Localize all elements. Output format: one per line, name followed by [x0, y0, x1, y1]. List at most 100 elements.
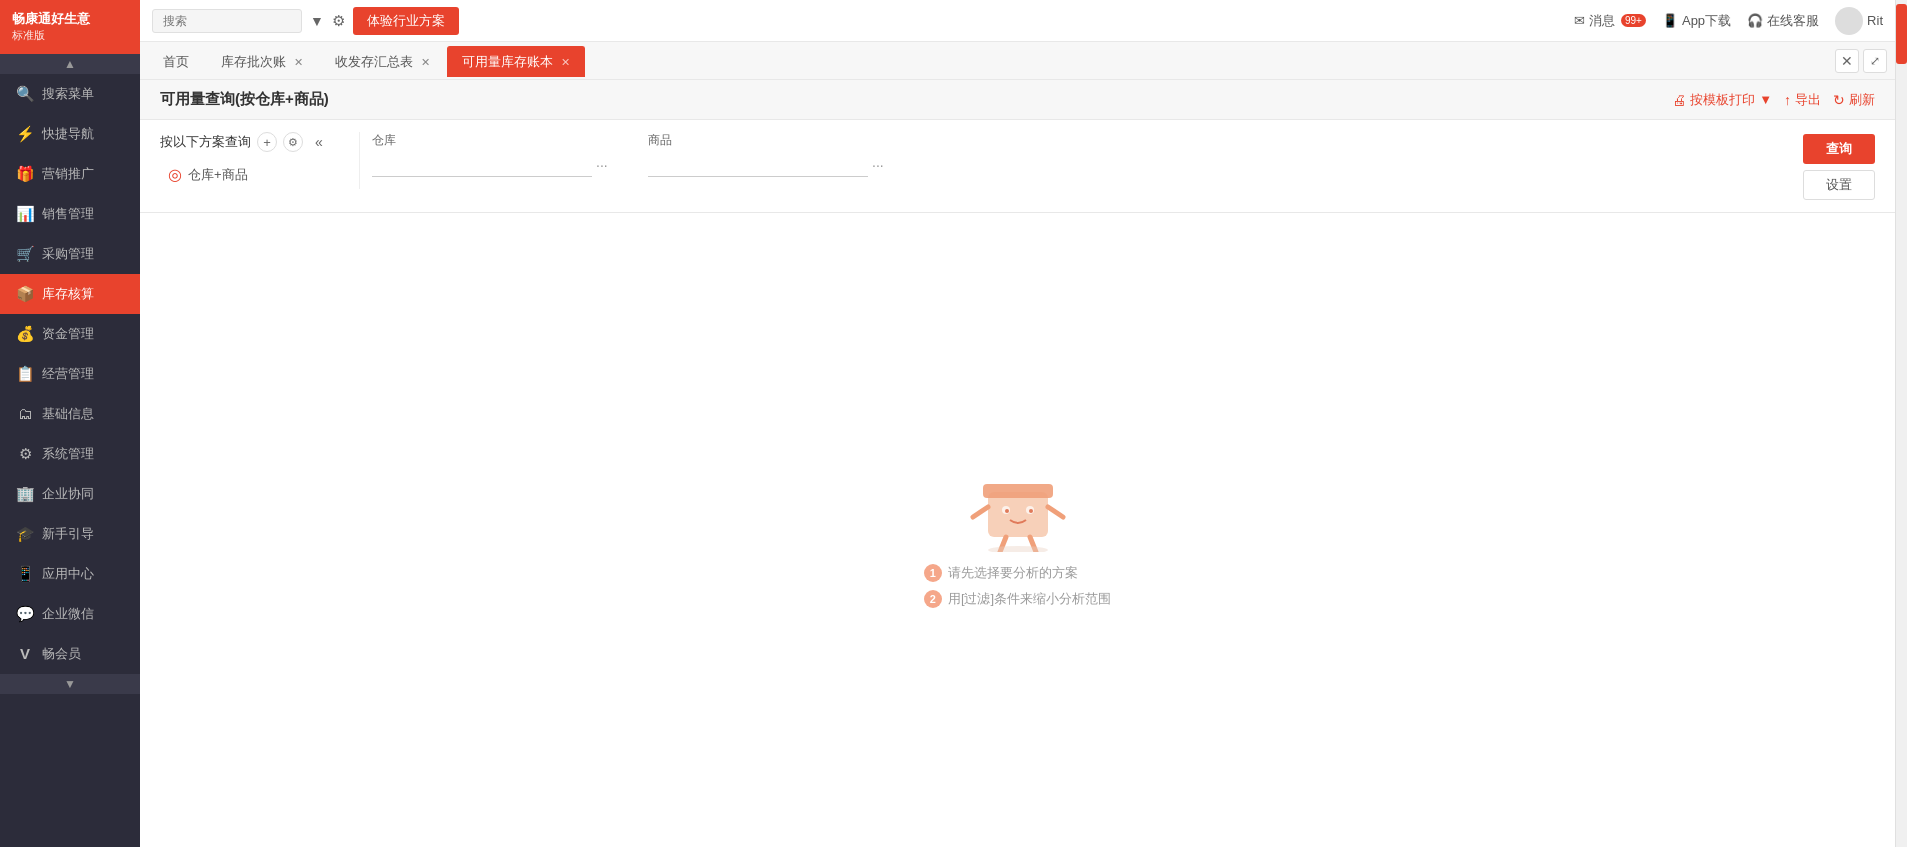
app-download-label: App下载 [1682, 12, 1731, 30]
topbar: ▼ ⚙ 体验行业方案 ✉ 消息 99+ 📱 App下载 🎧 在线客服 Rit [140, 0, 1895, 42]
trial-btn[interactable]: 体验行业方案 [353, 7, 459, 35]
cart-icon: 🛒 [16, 245, 34, 263]
sidebar-scroll-up[interactable]: ▲ [0, 54, 140, 74]
sidebar-item-app-center[interactable]: 📱 应用中心 [0, 554, 140, 594]
refresh-label: 刷新 [1849, 91, 1875, 109]
box-icon: 📦 [16, 285, 34, 303]
wechat-icon: 💬 [16, 605, 34, 623]
chart-icon: 📊 [16, 205, 34, 223]
message-badge: 99+ [1621, 14, 1646, 27]
export-action[interactable]: ↑ 导出 [1784, 91, 1821, 109]
refresh-icon: ↻ [1833, 92, 1845, 108]
topbar-gear-icon[interactable]: ⚙ [332, 12, 345, 30]
sidebar-item-label: 畅会员 [42, 645, 81, 663]
query-button[interactable]: 查询 [1803, 134, 1875, 164]
sidebar-item-label: 企业微信 [42, 605, 94, 623]
scheme-item-warehouse-product[interactable]: ◎ 仓库+商品 [160, 160, 347, 189]
sidebar-item-label: 销售管理 [42, 205, 94, 223]
sidebar-item-base[interactable]: 🗂 基础信息 [0, 394, 140, 434]
sidebar-item-wechat[interactable]: 💬 企业微信 [0, 594, 140, 634]
sidebar-item-purchase[interactable]: 🛒 采购管理 [0, 234, 140, 274]
query-area: 按以下方案查询 + ⚙ « ◎ 仓库+商品 仓库 ··· [140, 120, 1895, 213]
headset-icon: 🎧 [1747, 13, 1763, 28]
tab-available-ledger-label: 可用量库存账本 [462, 53, 553, 71]
sidebar-item-label: 系统管理 [42, 445, 94, 463]
sidebar-item-shortcut[interactable]: ⚡ 快捷导航 [0, 114, 140, 154]
message-item[interactable]: ✉ 消息 99+ [1574, 12, 1646, 30]
add-scheme-btn[interactable]: + [257, 132, 277, 152]
empty-tip-1: 1 请先选择要分析的方案 [924, 564, 1111, 582]
svg-rect-1 [983, 484, 1053, 498]
sidebar-item-marketing[interactable]: 🎁 营销推广 [0, 154, 140, 194]
phone-icon: 📱 [1662, 13, 1678, 28]
sidebar-item-label: 搜索菜单 [42, 85, 94, 103]
tab-batch-ledger-close[interactable]: ✕ [294, 56, 303, 69]
topbar-right: ✉ 消息 99+ 📱 App下载 🎧 在线客服 Rit [1574, 7, 1883, 35]
sidebar-item-newbie[interactable]: 🎓 新手引导 [0, 514, 140, 554]
filter-field-warehouse: 仓库 ··· [372, 132, 632, 177]
warehouse-input-row: ··· [372, 153, 632, 177]
tab-home[interactable]: 首页 [148, 46, 204, 77]
app-logo[interactable]: 畅康通好生意 标准版 [0, 0, 140, 54]
sidebar-item-business[interactable]: 📋 经营管理 [0, 354, 140, 394]
sidebar-item-label: 采购管理 [42, 245, 94, 263]
empty-tip-2: 2 用[过滤]条件来缩小分析范围 [924, 590, 1111, 608]
sidebar-item-label: 应用中心 [42, 565, 94, 583]
app-download-item[interactable]: 📱 App下载 [1662, 12, 1731, 30]
search-input[interactable] [152, 9, 302, 33]
message-label: 消息 [1589, 12, 1615, 30]
collapse-btn[interactable]: « [309, 132, 329, 152]
tab-receipt-summary-close[interactable]: ✕ [421, 56, 430, 69]
sidebar-item-label: 营销推广 [42, 165, 94, 183]
message-icon: ✉ [1574, 13, 1585, 28]
user-avatar-item[interactable]: Rit [1835, 7, 1883, 35]
empty-state: 1 请先选择要分析的方案 2 用[过滤]条件来缩小分析范围 [140, 213, 1895, 847]
tabbar-expand-btn[interactable]: ⤢ [1863, 49, 1887, 73]
warehouse-more-btn[interactable]: ··· [596, 157, 608, 173]
sidebar-item-search[interactable]: 🔍 搜索菜单 [0, 74, 140, 114]
settings-scheme-btn[interactable]: ⚙ [283, 132, 303, 152]
sidebar-item-member[interactable]: V 畅会员 [0, 634, 140, 674]
folder-icon: 🗂 [16, 405, 34, 422]
app-version: 标准版 [12, 28, 128, 43]
tabbar-close-all-btn[interactable]: ✕ [1835, 49, 1859, 73]
print-template-label: 按模板打印 [1690, 91, 1755, 109]
warehouse-input[interactable] [372, 153, 592, 177]
svg-point-10 [988, 546, 1048, 552]
sidebar-item-sales[interactable]: 📊 销售管理 [0, 194, 140, 234]
svg-point-5 [1029, 509, 1033, 513]
page-title: 可用量查询(按仓库+商品) [160, 90, 329, 109]
sidebar-item-inventory[interactable]: 📦 库存核算 [0, 274, 140, 314]
product-label: 商品 [648, 132, 908, 149]
sidebar-scroll-down[interactable]: ▼ [0, 674, 140, 694]
tab-batch-ledger-label: 库存批次账 [221, 53, 286, 71]
product-input[interactable] [648, 153, 868, 177]
svg-line-6 [973, 507, 988, 517]
tab-batch-ledger[interactable]: 库存批次账 ✕ [206, 46, 318, 77]
sidebar-item-finance[interactable]: 💰 资金管理 [0, 314, 140, 354]
gift-icon: 🎁 [16, 165, 34, 183]
tab-receipt-summary[interactable]: 收发存汇总表 ✕ [320, 46, 445, 77]
sidebar: 畅康通好生意 标准版 ▲ 🔍 搜索菜单 ⚡ 快捷导航 🎁 营销推广 📊 销售管理… [0, 0, 140, 847]
gear-icon: ⚙ [16, 445, 34, 463]
product-more-btn[interactable]: ··· [872, 157, 884, 173]
refresh-action[interactable]: ↻ 刷新 [1833, 91, 1875, 109]
right-scrollbar[interactable] [1895, 0, 1907, 847]
tab-available-ledger[interactable]: 可用量库存账本 ✕ [447, 46, 585, 77]
online-service-item[interactable]: 🎧 在线客服 [1747, 12, 1819, 30]
sidebar-item-label: 快捷导航 [42, 125, 94, 143]
building-icon: 🏢 [16, 485, 34, 503]
empty-illustration [968, 452, 1068, 552]
product-input-row: ··· [648, 153, 908, 177]
empty-text: 1 请先选择要分析的方案 2 用[过滤]条件来缩小分析范围 [924, 564, 1111, 608]
sidebar-item-label: 基础信息 [42, 405, 94, 423]
tab-available-ledger-close[interactable]: ✕ [561, 56, 570, 69]
online-service-label: 在线客服 [1767, 12, 1819, 30]
sidebar-item-system[interactable]: ⚙ 系统管理 [0, 434, 140, 474]
print-template-action[interactable]: 🖨 按模板打印 ▼ [1672, 91, 1772, 109]
sidebar-item-enterprise[interactable]: 🏢 企业协同 [0, 474, 140, 514]
settings-button[interactable]: 设置 [1803, 170, 1875, 200]
dropdown-icon[interactable]: ▼ [310, 13, 324, 29]
sidebar-item-label: 库存核算 [42, 285, 94, 303]
tabbar: 首页 库存批次账 ✕ 收发存汇总表 ✕ 可用量库存账本 ✕ ✕ ⤢ [140, 42, 1895, 80]
